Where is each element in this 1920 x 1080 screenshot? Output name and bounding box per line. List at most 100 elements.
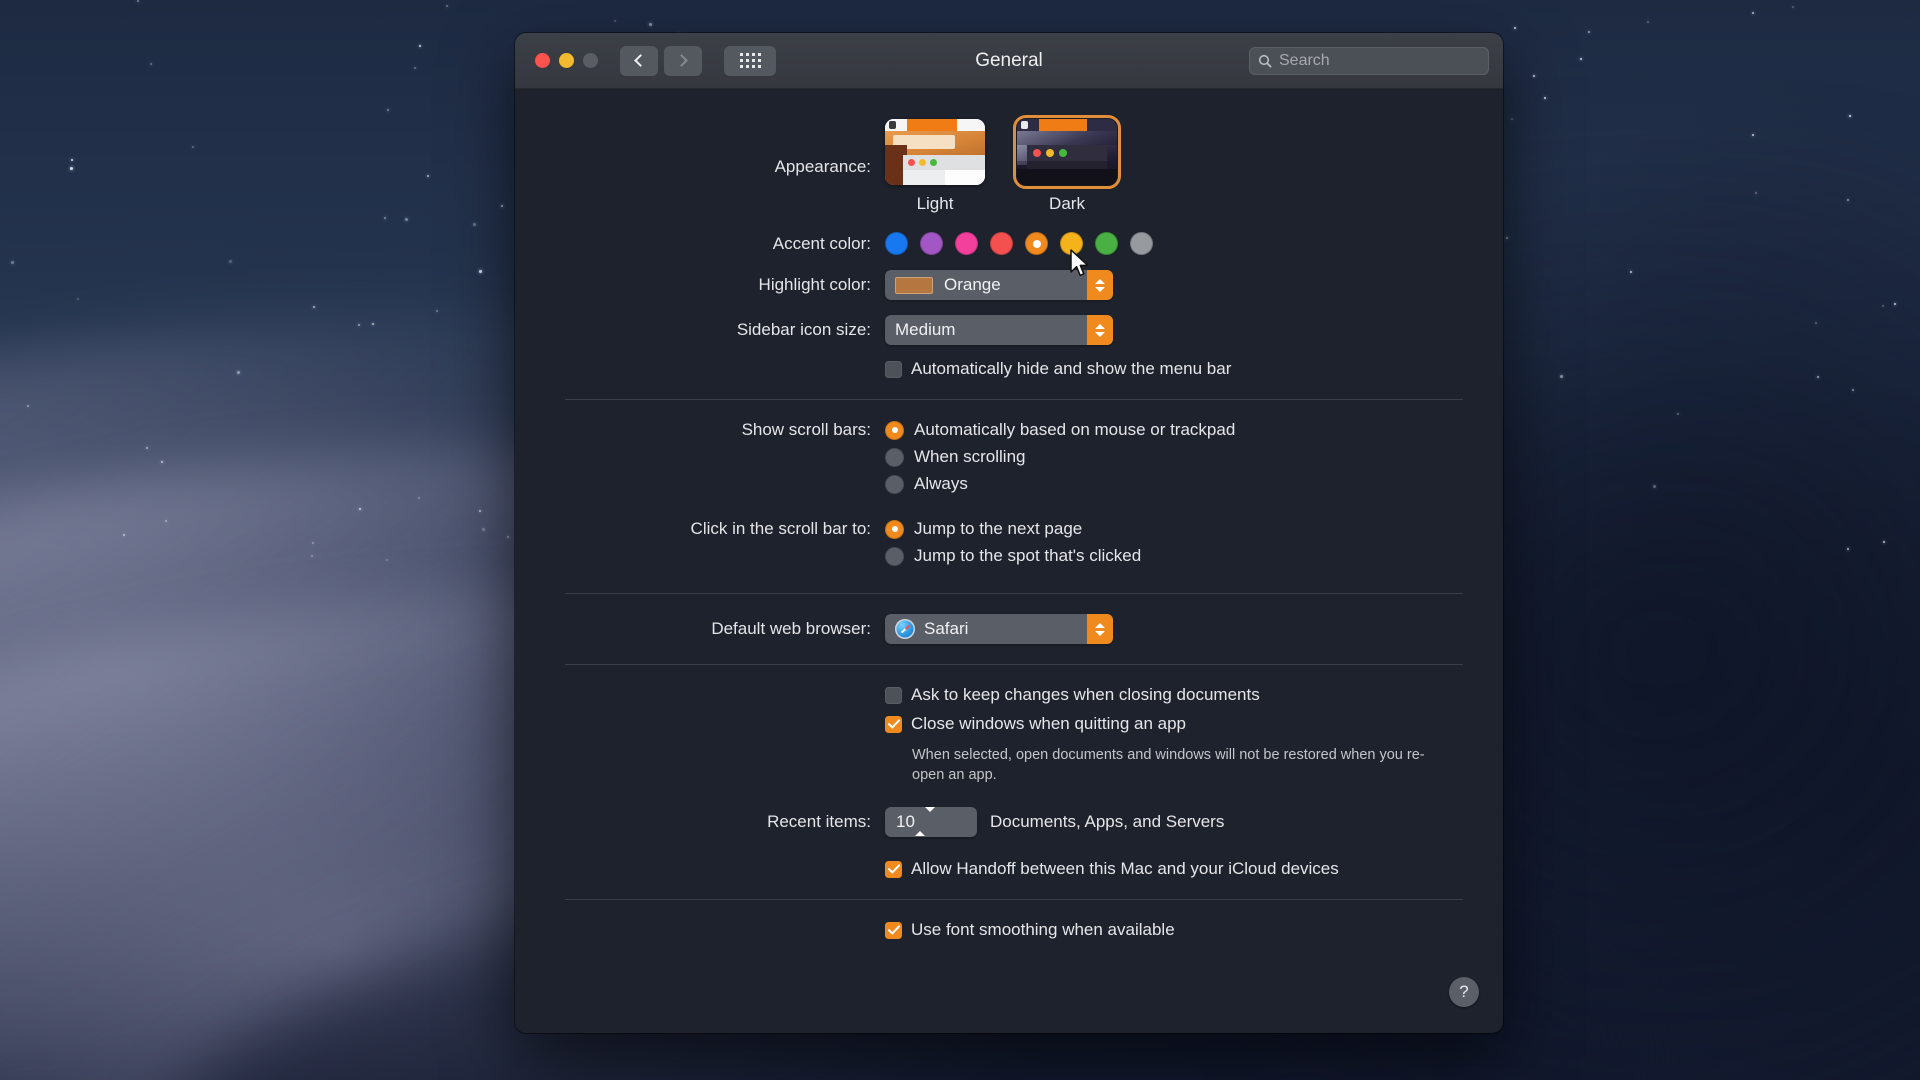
stepper-icon[interactable] [914, 807, 935, 836]
section-divider [565, 399, 1463, 400]
close-windows-checkbox[interactable] [885, 715, 902, 733]
accent-swatch-yellow[interactable] [1060, 232, 1083, 255]
dark-theme-label: Dark [1049, 194, 1085, 213]
recent-items-suffix: Documents, Apps, and Servers [990, 812, 1225, 831]
search-icon [1258, 54, 1272, 68]
click-scroll-bar-options: Jump to the next page Jump to the spot th… [885, 519, 1471, 573]
accent-swatch-green[interactable] [1095, 232, 1118, 255]
ask-keep-changes-label: Ask to keep changes when closing documen… [911, 685, 1260, 704]
default-browser-row: Default web browser: Safari [547, 614, 1471, 644]
show-scroll-bars-option-2[interactable]: Always [885, 474, 1471, 494]
accent-swatch-red[interactable] [990, 232, 1013, 255]
accent-color-swatches [885, 232, 1471, 255]
show-scroll-bars-label-1: When scrolling [914, 447, 1026, 466]
popup-stepper-icon[interactable] [1087, 270, 1113, 300]
scroll-bars-options: Automatically based on mouse or trackpad… [885, 420, 1471, 501]
recent-items-label: Recent items: [767, 812, 871, 831]
default-browser-label: Default web browser: [711, 619, 871, 638]
close-button-icon[interactable] [535, 53, 550, 68]
accent-swatch-pink[interactable] [955, 232, 978, 255]
preferences-content: Appearance: Light Dark Accent color: Hig… [515, 89, 1503, 940]
accent-swatch-graphite[interactable] [1130, 232, 1153, 255]
highlight-color-value: Orange [944, 275, 1001, 294]
desktop-wallpaper: General Appearance: [0, 0, 1920, 1080]
accent-swatch-purple[interactable] [920, 232, 943, 255]
accent-color-label: Accent color: [772, 233, 871, 253]
apple-logo-icon [889, 121, 896, 129]
accent-swatch-orange[interactable] [1025, 232, 1048, 255]
sidebar-icon-size-row: Sidebar icon size: Medium [547, 315, 1471, 345]
appearance-label: Appearance: [774, 156, 871, 176]
scroll-bars-label: Show scroll bars: [741, 420, 871, 439]
close-windows-label: Close windows when quitting an app [911, 714, 1187, 733]
click-scroll-bar-radio-0[interactable] [885, 519, 904, 539]
handoff-checkbox[interactable] [885, 860, 902, 878]
font-smoothing-line[interactable]: Use font smoothing when available [885, 920, 1471, 940]
traffic-light-group [535, 53, 598, 68]
accent-swatch-blue[interactable] [885, 232, 908, 255]
radio-selected-dot [891, 526, 898, 532]
appearance-option-light[interactable]: Light [885, 119, 985, 214]
show-scroll-bars-radio-0[interactable] [885, 420, 904, 440]
click-scroll-bar-radio-1[interactable] [885, 546, 904, 566]
handoff-label: Allow Handoff between this Mac and your … [911, 859, 1339, 878]
radio-selected-dot [891, 427, 898, 433]
menu-bar-checkbox-label: Automatically hide and show the menu bar [911, 359, 1232, 378]
appearance-options: Light Dark [885, 115, 1471, 214]
navigation-button-group [620, 45, 702, 76]
menu-bar-checkbox-line[interactable]: Automatically hide and show the menu bar [885, 359, 1471, 379]
click-scroll-bar-label-0: Jump to the next page [914, 519, 1083, 538]
default-browser-value: Safari [924, 619, 969, 638]
show-scroll-bars-label-2: Always [914, 474, 968, 493]
chevron-right-icon [675, 54, 688, 67]
appearance-row: Appearance: Light Dark [547, 115, 1471, 214]
recent-items-row: Recent items: 10 Documents, Apps, and Se… [547, 807, 1471, 837]
font-smoothing-row: Use font smoothing when available [547, 920, 1471, 940]
highlight-color-chip [895, 276, 933, 294]
dark-theme-thumbnail[interactable] [1013, 115, 1121, 189]
zoom-button-icon [583, 53, 598, 68]
highlight-color-popup[interactable]: Orange [885, 270, 1113, 300]
sidebar-icon-size-popup[interactable]: Medium [885, 315, 1113, 345]
documents-row: Ask to keep changes when closing documen… [547, 685, 1471, 785]
show-scroll-bars-option-1[interactable]: When scrolling [885, 447, 1471, 467]
window-titlebar: General [515, 33, 1503, 89]
font-smoothing-checkbox[interactable] [885, 921, 902, 939]
click-scroll-bar-label: Click in the scroll bar to: [690, 519, 871, 538]
search-field[interactable] [1249, 46, 1489, 75]
sidebar-icon-size-label: Sidebar icon size: [736, 320, 871, 339]
click-scroll-bar-option-0[interactable]: Jump to the next page [885, 519, 1471, 539]
help-button[interactable]: ? [1449, 977, 1479, 1007]
highlight-color-label: Highlight color: [758, 275, 871, 294]
show-scroll-bars-radio-2[interactable] [885, 474, 904, 494]
ask-keep-changes-line[interactable]: Ask to keep changes when closing documen… [885, 685, 1471, 705]
grid-icon [739, 53, 761, 68]
back-button[interactable] [620, 45, 658, 76]
forward-button[interactable] [664, 45, 702, 76]
recent-items-stepper[interactable]: 10 [885, 807, 977, 837]
apple-logo-icon [1021, 121, 1028, 129]
light-theme-thumbnail[interactable] [885, 119, 985, 185]
show-scroll-bars-radio-1[interactable] [885, 447, 904, 467]
font-smoothing-label: Use font smoothing when available [911, 920, 1175, 939]
minimize-button-icon[interactable] [559, 53, 574, 68]
click-scroll-bar-row: Click in the scroll bar to: Jump to the … [547, 519, 1471, 573]
show-scroll-bars-option-0[interactable]: Automatically based on mouse or trackpad [885, 420, 1471, 440]
chevron-left-icon [634, 54, 647, 67]
menu-bar-checkbox[interactable] [885, 360, 902, 378]
click-scroll-bar-option-1[interactable]: Jump to the spot that's clicked [885, 546, 1471, 566]
appearance-option-dark[interactable]: Dark [1013, 115, 1121, 214]
close-windows-line[interactable]: Close windows when quitting an app [885, 714, 1471, 734]
scroll-bars-row: Show scroll bars: Automatically based on… [547, 420, 1471, 501]
default-browser-popup[interactable]: Safari [885, 614, 1113, 644]
safari-icon [895, 619, 915, 639]
show-all-button[interactable] [724, 45, 776, 76]
click-scroll-bar-label-1: Jump to the spot that's clicked [914, 546, 1142, 565]
sidebar-icon-size-value: Medium [895, 320, 956, 339]
popup-stepper-icon[interactable] [1087, 614, 1113, 644]
handoff-line[interactable]: Allow Handoff between this Mac and your … [885, 859, 1471, 879]
handoff-row: Allow Handoff between this Mac and your … [547, 859, 1471, 879]
search-input[interactable] [1279, 51, 1480, 70]
popup-stepper-icon[interactable] [1087, 315, 1113, 345]
ask-keep-changes-checkbox[interactable] [885, 686, 902, 704]
